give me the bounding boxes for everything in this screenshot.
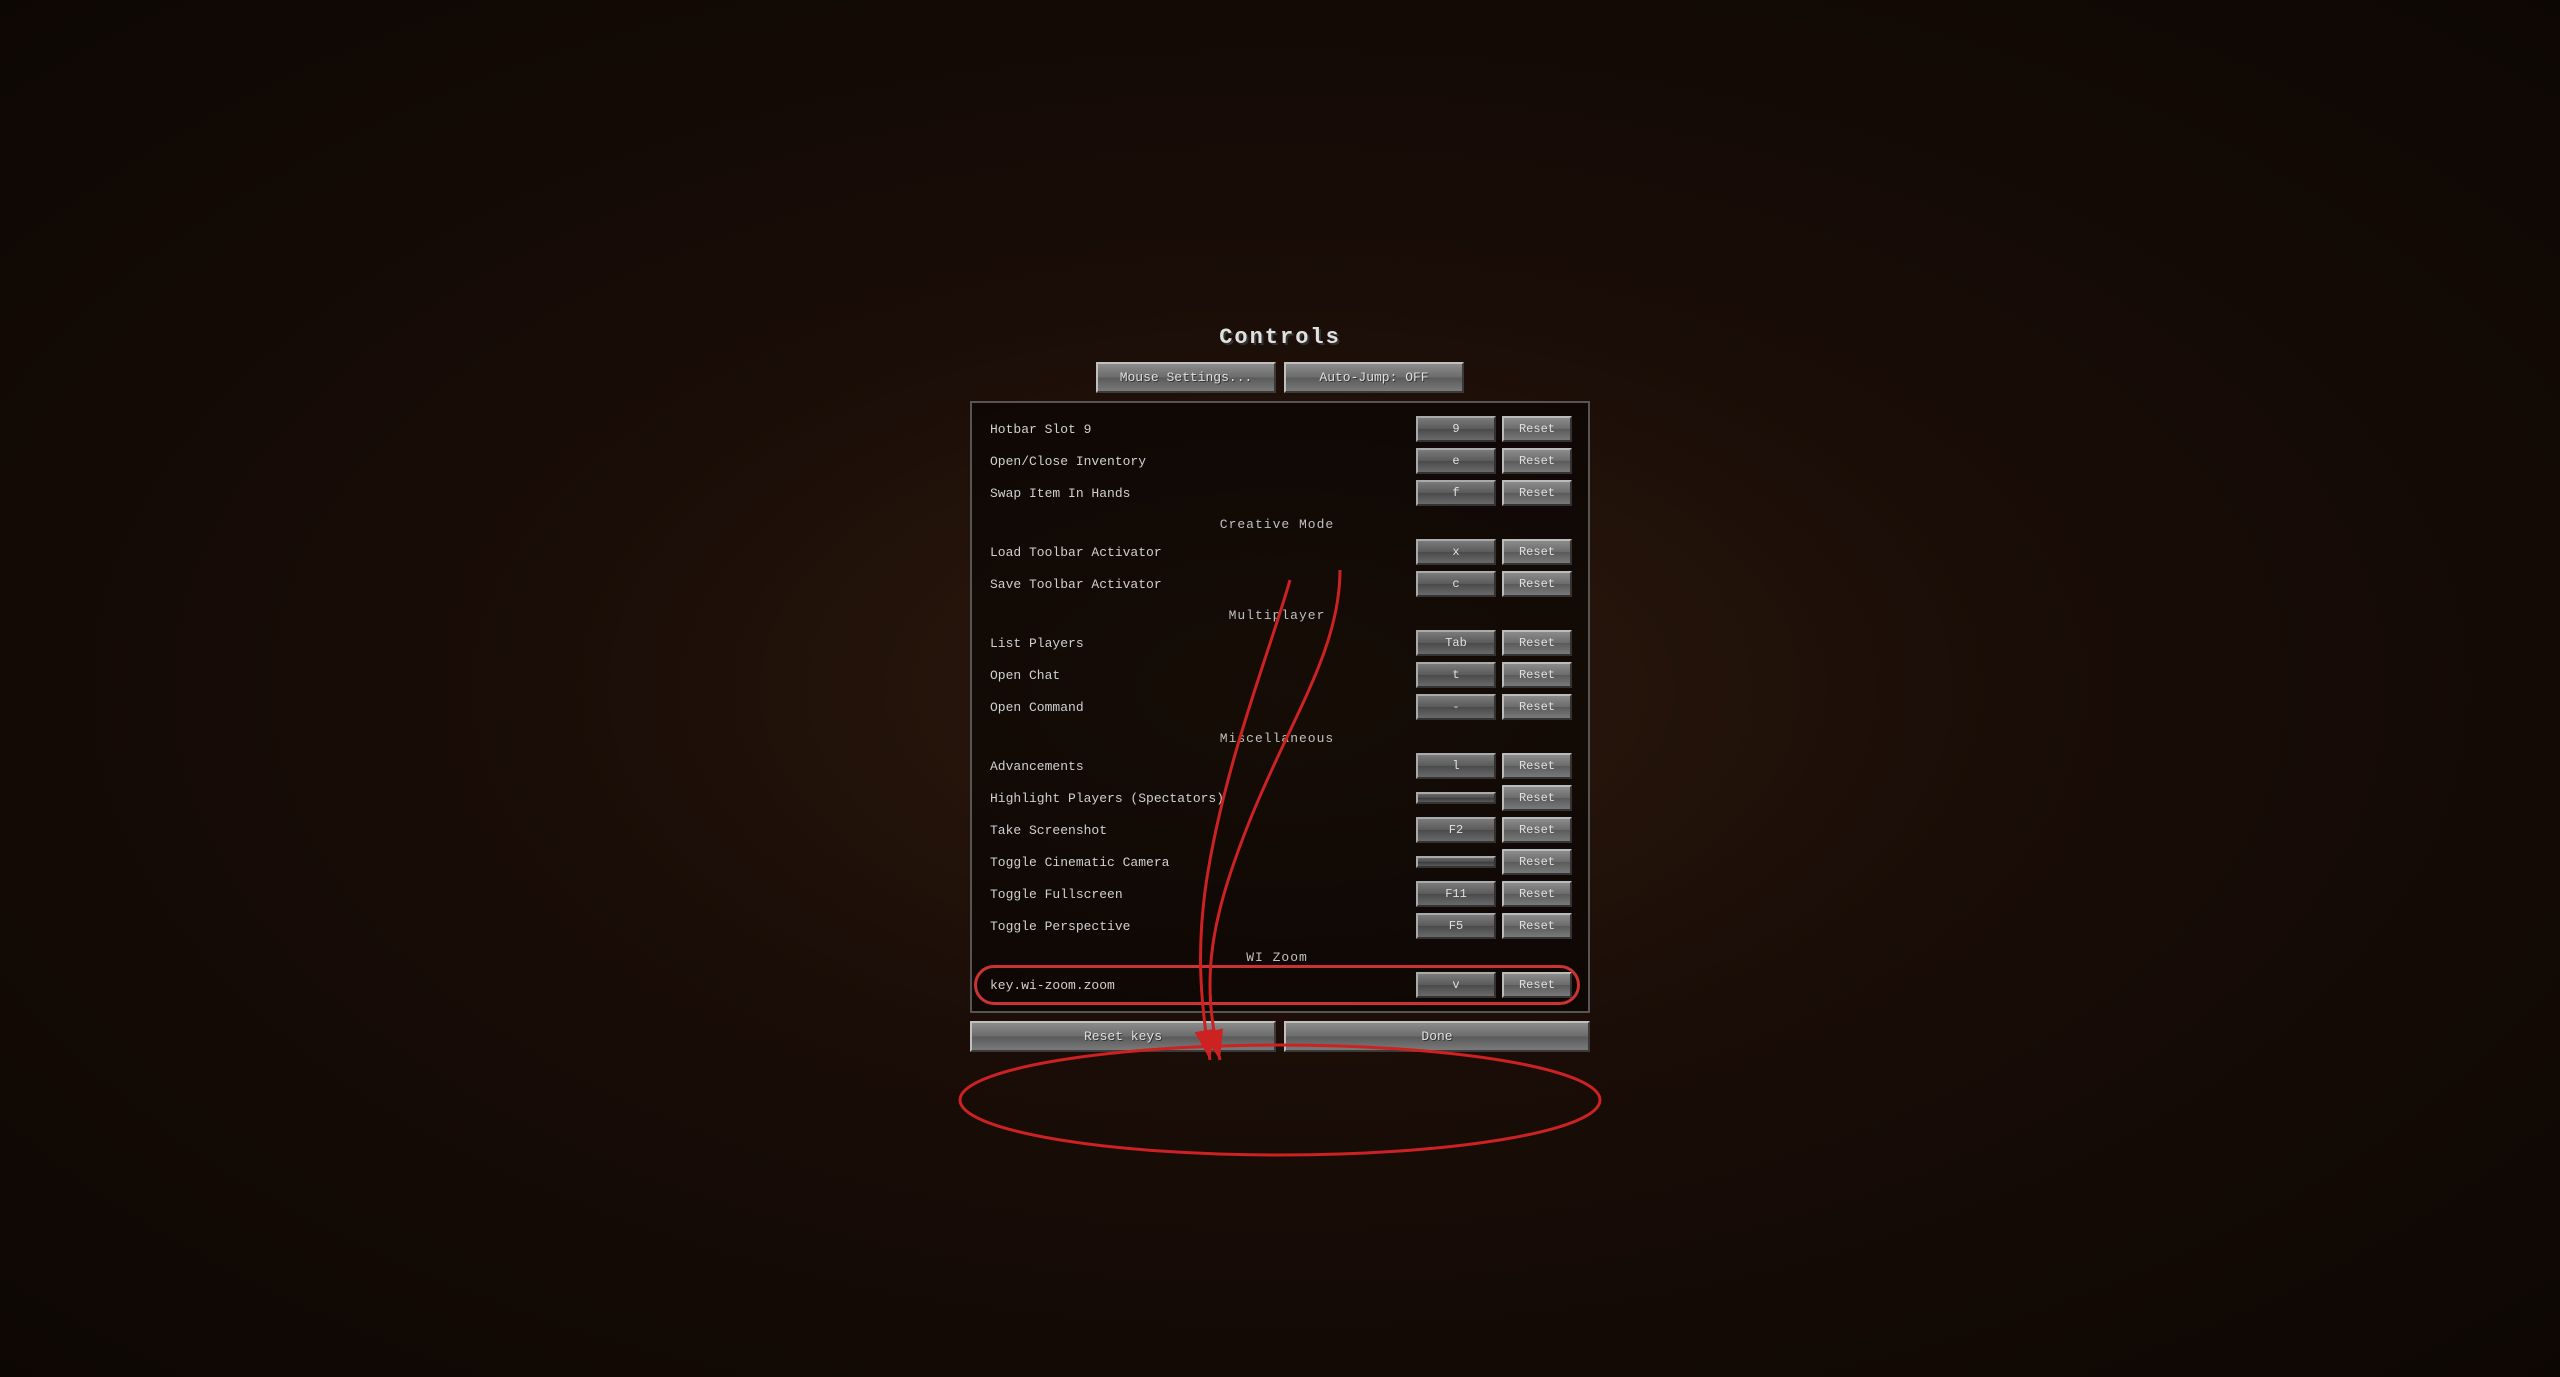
- control-right: F2Reset: [1416, 817, 1572, 843]
- control-label: Save Toolbar Activator: [982, 577, 1416, 592]
- wi-zoom-section: key.wi-zoom.zoomvReset: [982, 969, 1572, 1001]
- reset-binding-button[interactable]: Reset: [1502, 913, 1572, 939]
- control-label: Hotbar Slot 9: [982, 422, 1416, 437]
- control-label: Load Toolbar Activator: [982, 545, 1416, 560]
- control-label: Toggle Cinematic Camera: [982, 855, 1416, 870]
- control-row: List PlayersTabReset: [982, 627, 1572, 659]
- control-row: Open/Close InventoryeReset: [982, 445, 1572, 477]
- key-binding-button[interactable]: x: [1416, 539, 1496, 565]
- control-label: Advancements: [982, 759, 1416, 774]
- controls-panel: Controls Mouse Settings... Auto-Jump: OF…: [970, 325, 1590, 1052]
- key-binding-button[interactable]: c: [1416, 571, 1496, 597]
- control-row: Save Toolbar ActivatorcReset: [982, 568, 1572, 600]
- key-binding-button[interactable]: t: [1416, 662, 1496, 688]
- control-label: Toggle Perspective: [982, 919, 1416, 934]
- control-label: Open Command: [982, 700, 1416, 715]
- key-binding-button[interactable]: [1416, 856, 1496, 868]
- control-label: Highlight Players (Spectators): [982, 791, 1416, 806]
- control-right: F5Reset: [1416, 913, 1572, 939]
- control-label: Take Screenshot: [982, 823, 1416, 838]
- control-row: Take ScreenshotF2Reset: [982, 814, 1572, 846]
- reset-binding-button[interactable]: Reset: [1502, 662, 1572, 688]
- key-binding-button[interactable]: l: [1416, 753, 1496, 779]
- top-buttons: Mouse Settings... Auto-Jump: OFF: [970, 362, 1590, 393]
- control-right: F11Reset: [1416, 881, 1572, 907]
- key-binding-button[interactable]: e: [1416, 448, 1496, 474]
- key-binding-button[interactable]: F11: [1416, 881, 1496, 907]
- reset-binding-button[interactable]: Reset: [1502, 817, 1572, 843]
- page-title: Controls: [1219, 325, 1341, 350]
- control-right: TabReset: [1416, 630, 1572, 656]
- control-row: Swap Item In HandsfReset: [982, 477, 1572, 509]
- control-row: key.wi-zoom.zoomvReset: [982, 969, 1572, 1001]
- bottom-buttons: Reset keys Done: [970, 1021, 1590, 1052]
- control-label: Toggle Fullscreen: [982, 887, 1416, 902]
- section-header-wi-zoom: WI Zoom: [982, 950, 1572, 965]
- reset-binding-button[interactable]: Reset: [1502, 694, 1572, 720]
- control-label: List Players: [982, 636, 1416, 651]
- reset-binding-button[interactable]: Reset: [1502, 785, 1572, 811]
- reset-keys-button[interactable]: Reset keys: [970, 1021, 1276, 1052]
- key-binding-button[interactable]: v: [1416, 972, 1496, 998]
- section-header-multiplayer: Multiplayer: [982, 608, 1572, 623]
- control-row: Open ChattReset: [982, 659, 1572, 691]
- control-right: vReset: [1416, 972, 1572, 998]
- control-right: cReset: [1416, 571, 1572, 597]
- reset-binding-button[interactable]: Reset: [1502, 416, 1572, 442]
- control-right: tReset: [1416, 662, 1572, 688]
- reset-binding-button[interactable]: Reset: [1502, 630, 1572, 656]
- control-row: Load Toolbar ActivatorxReset: [982, 536, 1572, 568]
- control-right: xReset: [1416, 539, 1572, 565]
- reset-binding-button[interactable]: Reset: [1502, 448, 1572, 474]
- section-header-creative-mode: Creative Mode: [982, 517, 1572, 532]
- key-binding-button[interactable]: 9: [1416, 416, 1496, 442]
- key-binding-button[interactable]: [1416, 792, 1496, 804]
- mouse-settings-button[interactable]: Mouse Settings...: [1096, 362, 1276, 393]
- control-right: 9Reset: [1416, 416, 1572, 442]
- key-binding-button[interactable]: Tab: [1416, 630, 1496, 656]
- reset-binding-button[interactable]: Reset: [1502, 849, 1572, 875]
- control-right: Reset: [1416, 785, 1572, 811]
- control-label: Open Chat: [982, 668, 1416, 683]
- reset-binding-button[interactable]: Reset: [1502, 571, 1572, 597]
- key-binding-button[interactable]: f: [1416, 480, 1496, 506]
- reset-binding-button[interactable]: Reset: [1502, 881, 1572, 907]
- key-binding-button[interactable]: F2: [1416, 817, 1496, 843]
- control-row: Highlight Players (Spectators) Reset: [982, 782, 1572, 814]
- control-right: eReset: [1416, 448, 1572, 474]
- section-header-miscellaneous: Miscellaneous: [982, 731, 1572, 746]
- control-right: fReset: [1416, 480, 1572, 506]
- controls-scroll-area[interactable]: Hotbar Slot 99ResetOpen/Close Inventorye…: [970, 401, 1590, 1013]
- key-binding-button[interactable]: -: [1416, 694, 1496, 720]
- reset-binding-button[interactable]: Reset: [1502, 972, 1572, 998]
- control-row: Toggle PerspectiveF5Reset: [982, 910, 1572, 942]
- control-row: Toggle Cinematic Camera Reset: [982, 846, 1572, 878]
- control-row: AdvancementslReset: [982, 750, 1572, 782]
- auto-jump-button[interactable]: Auto-Jump: OFF: [1284, 362, 1464, 393]
- reset-binding-button[interactable]: Reset: [1502, 539, 1572, 565]
- control-row: Toggle FullscreenF11Reset: [982, 878, 1572, 910]
- control-right: Reset: [1416, 849, 1572, 875]
- control-label: key.wi-zoom.zoom: [982, 978, 1416, 993]
- done-button[interactable]: Done: [1284, 1021, 1590, 1052]
- control-label: Swap Item In Hands: [982, 486, 1416, 501]
- control-row: Open Command-Reset: [982, 691, 1572, 723]
- control-label: Open/Close Inventory: [982, 454, 1416, 469]
- control-right: lReset: [1416, 753, 1572, 779]
- control-row: Hotbar Slot 99Reset: [982, 413, 1572, 445]
- reset-binding-button[interactable]: Reset: [1502, 480, 1572, 506]
- control-right: -Reset: [1416, 694, 1572, 720]
- key-binding-button[interactable]: F5: [1416, 913, 1496, 939]
- reset-binding-button[interactable]: Reset: [1502, 753, 1572, 779]
